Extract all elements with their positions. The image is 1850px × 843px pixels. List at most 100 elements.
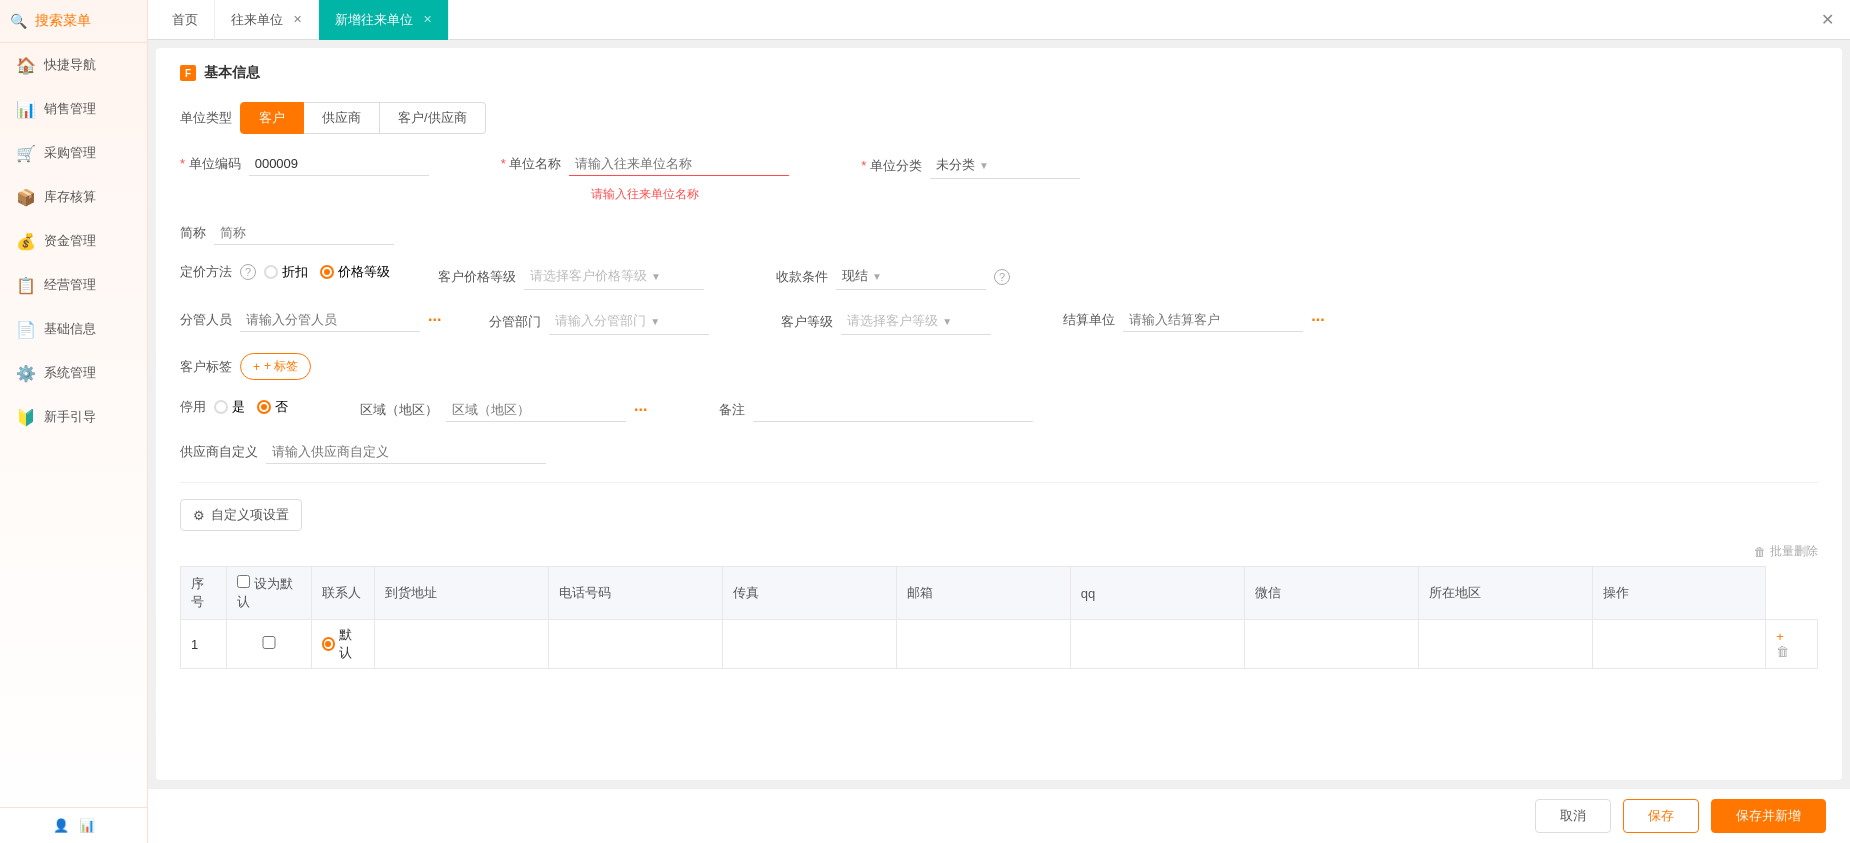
- table-row-checkbox[interactable]: [237, 636, 301, 649]
- tab-close-partners[interactable]: ✕: [293, 13, 302, 26]
- unit-type-btn-customer[interactable]: 客户: [240, 102, 304, 134]
- sidebar-item-inventory[interactable]: 📦库存核算: [0, 175, 147, 219]
- table-cell-seq: 1: [181, 620, 227, 669]
- table-cell-wechat[interactable]: [1418, 620, 1592, 669]
- payment-terms-select[interactable]: 现结 ▼: [836, 263, 986, 290]
- pricing-radio-price-level[interactable]: 价格等级: [320, 263, 390, 281]
- supplier-custom-input[interactable]: [266, 440, 546, 464]
- unit-code-input[interactable]: [249, 152, 429, 176]
- tab-label-partners: 往来单位: [231, 11, 283, 29]
- dept-label: 分管部门: [489, 313, 541, 331]
- operations-icon: 📋: [16, 275, 36, 295]
- settlement-more-btn[interactable]: ···: [1311, 311, 1324, 329]
- short-name-field: 简称: [180, 221, 394, 245]
- unit-type-row: 单位类型 客户供应商客户/供应商: [180, 102, 1818, 134]
- sidebar-item-operations[interactable]: 📋经营管理: [0, 263, 147, 307]
- unit-type-btn-both[interactable]: 客户/供应商: [380, 102, 486, 134]
- search-menu-btn[interactable]: 🔍 搜索菜单: [0, 0, 147, 43]
- tag-btn-label: + 标签: [264, 358, 298, 375]
- pricing-radio-discount[interactable]: 折扣: [264, 263, 308, 281]
- table-cell-default[interactable]: 默认: [311, 620, 375, 669]
- manager-label: 分管人员: [180, 311, 232, 329]
- pricing-help-icon[interactable]: ?: [240, 264, 256, 280]
- table-input-wechat[interactable]: [1429, 637, 1582, 652]
- radio-dot-price-level: [324, 269, 330, 275]
- table-cell-operations[interactable]: + 🗑: [1766, 620, 1818, 669]
- sidebar-item-sales[interactable]: 📊销售管理: [0, 87, 147, 131]
- default-radio[interactable]: 默认: [322, 626, 365, 662]
- region-input[interactable]: [446, 398, 626, 422]
- table-cell-email[interactable]: [1070, 620, 1244, 669]
- cancel-button[interactable]: 取消: [1535, 799, 1611, 833]
- supplier-custom-label: 供应商自定义: [180, 443, 258, 461]
- table-input-email[interactable]: [1081, 637, 1234, 652]
- tab-partners[interactable]: 往来单位 ✕: [215, 0, 319, 40]
- manager-more-btn[interactable]: ···: [428, 311, 441, 329]
- sidebar-item-purchase[interactable]: 🛒采购管理: [0, 131, 147, 175]
- tab-new-partner[interactable]: 新增往来单位✕: [319, 0, 449, 40]
- sidebar-item-label: 快捷导航: [44, 56, 96, 74]
- contacts-table: 序号设为默认联系人到货地址电话号码传真邮箱qq微信所在地区操作 1 默认 + 🗑: [180, 566, 1818, 669]
- sidebar-item-label: 系统管理: [44, 364, 96, 382]
- remark-field: 备注: [719, 398, 1033, 422]
- main-area: 首页往来单位✕新增往来单位✕ ✕ F 基本信息 单位类型 客户供应商客户/供应商…: [148, 0, 1850, 843]
- add-tag-btn[interactable]: + + 标签: [240, 353, 311, 380]
- region-more-btn[interactable]: ···: [634, 401, 647, 419]
- unit-code-label: 单位编码: [180, 155, 241, 173]
- unit-name-error: 请输入往来单位名称: [591, 186, 699, 203]
- sidebar-bottom: 👤 📊: [0, 807, 147, 843]
- row-delete-btn[interactable]: 🗑: [1776, 644, 1789, 659]
- disabled-field: 停用 是 否: [180, 398, 288, 416]
- tab-bar-close-btn[interactable]: ✕: [1813, 10, 1842, 29]
- table-input-fax[interactable]: [907, 637, 1060, 652]
- sidebar-item-system[interactable]: ⚙️系统管理: [0, 351, 147, 395]
- sidebar-item-quick-nav[interactable]: 🏠快捷导航: [0, 43, 147, 87]
- unit-category-field: 单位分类 未分类 ▼: [861, 152, 1080, 179]
- table-cell-qq[interactable]: [1244, 620, 1418, 669]
- table-cell-fax[interactable]: [896, 620, 1070, 669]
- table-input-address[interactable]: [559, 637, 712, 652]
- disabled-radio-yes[interactable]: 是: [214, 398, 245, 416]
- table-cell-region[interactable]: [1592, 620, 1766, 669]
- payment-help-icon[interactable]: ?: [994, 269, 1010, 285]
- save-button[interactable]: 保存: [1623, 799, 1699, 833]
- tab-label-home: 首页: [172, 11, 198, 29]
- short-name-input[interactable]: [214, 221, 394, 245]
- disabled-radio-no[interactable]: 否: [257, 398, 288, 416]
- table-header-checkbox[interactable]: [237, 575, 250, 588]
- dept-select[interactable]: 请输入分管部门 ▼: [549, 308, 709, 335]
- save-new-button[interactable]: 保存并新增: [1711, 799, 1826, 833]
- sidebar-item-guide[interactable]: 🔰新手引导: [0, 395, 147, 439]
- tab-close-new-partner[interactable]: ✕: [423, 13, 432, 26]
- manager-input[interactable]: [240, 308, 420, 332]
- sidebar-item-finance[interactable]: 💰资金管理: [0, 219, 147, 263]
- customer-price-level-select[interactable]: 请选择客户价格等级 ▼: [524, 263, 704, 290]
- unit-category-label: 单位分类: [861, 157, 922, 175]
- radio-circle-discount: [264, 265, 278, 279]
- table-input-qq[interactable]: [1255, 637, 1408, 652]
- add-tag-icon: +: [253, 360, 260, 374]
- custom-settings-btn[interactable]: ⚙ 自定义项设置: [180, 499, 302, 531]
- table-cell-address[interactable]: [549, 620, 723, 669]
- settings-bottom-icon[interactable]: 📊: [79, 818, 95, 833]
- unit-name-input[interactable]: [569, 152, 789, 176]
- manager-field: 分管人员 ···: [180, 308, 441, 332]
- table-cell-contact[interactable]: [375, 620, 549, 669]
- table-input-phone[interactable]: [733, 637, 886, 652]
- settlement-unit-input[interactable]: [1123, 308, 1303, 332]
- tab-home[interactable]: 首页: [156, 0, 215, 40]
- table-input-contact[interactable]: [385, 637, 538, 652]
- dept-field: 分管部门 请输入分管部门 ▼: [489, 308, 709, 335]
- table-input-region[interactable]: [1603, 637, 1756, 652]
- unit-category-select[interactable]: 未分类 ▼: [930, 152, 1080, 179]
- row-add-btn[interactable]: +: [1776, 629, 1784, 644]
- short-name-row: 简称: [180, 221, 1818, 245]
- remark-input[interactable]: [753, 398, 1033, 422]
- table-cell-phone[interactable]: [723, 620, 897, 669]
- unit-type-btn-supplier[interactable]: 供应商: [304, 102, 380, 134]
- divider: [180, 482, 1818, 483]
- table-cell-checkbox[interactable]: [226, 620, 311, 669]
- user-icon[interactable]: 👤: [53, 818, 69, 833]
- customer-level-select[interactable]: 请选择客户等级 ▼: [841, 308, 991, 335]
- sidebar-item-basic[interactable]: 📄基础信息: [0, 307, 147, 351]
